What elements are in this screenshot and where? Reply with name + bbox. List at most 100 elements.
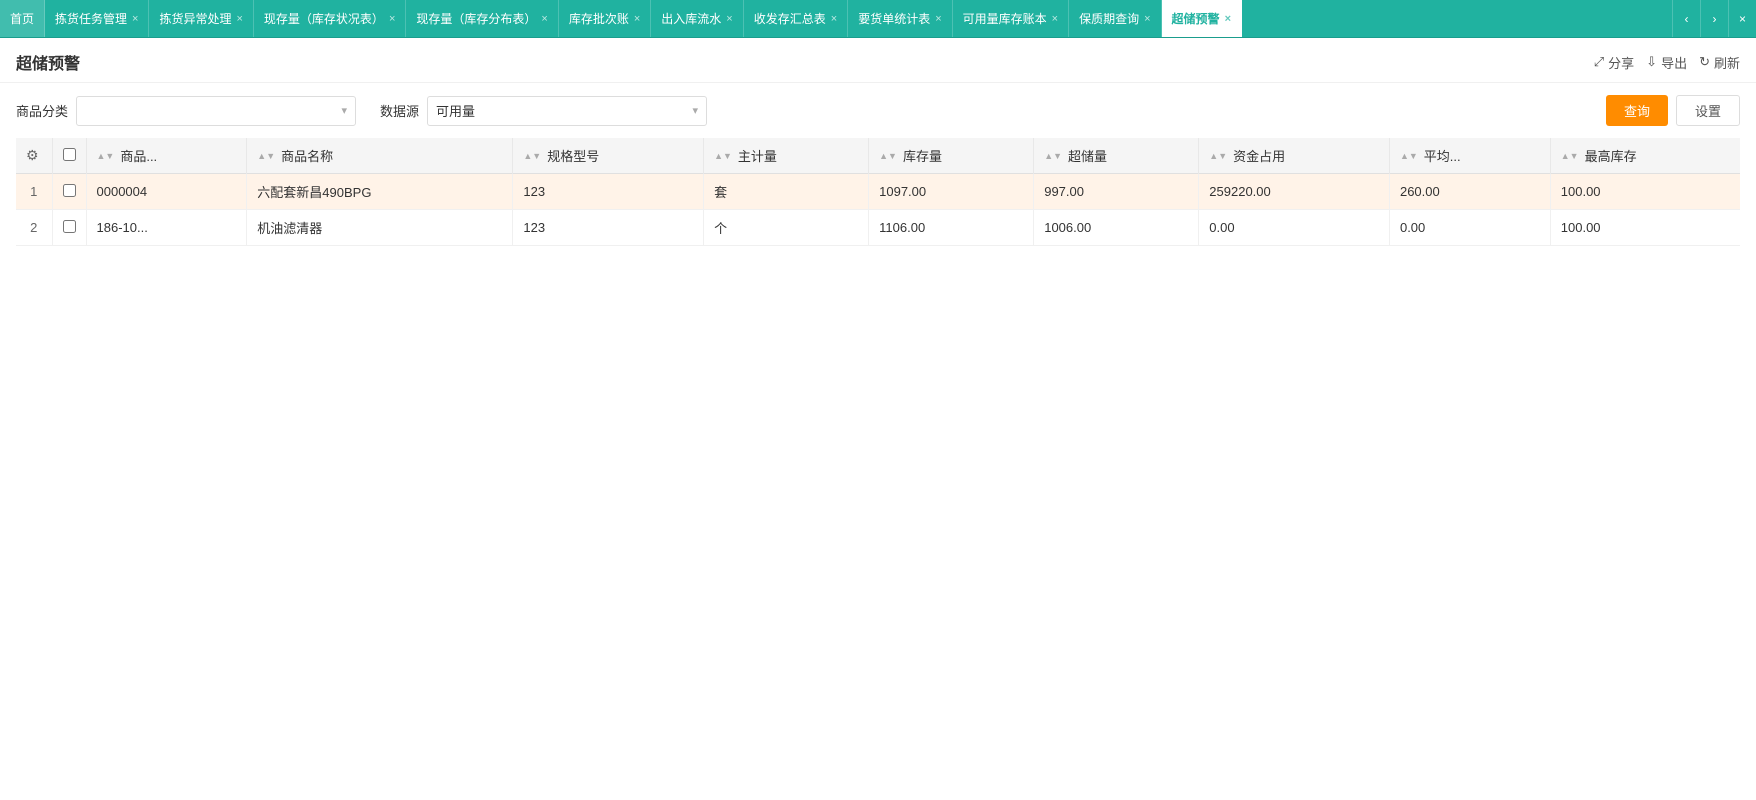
row-checkbox-cell <box>52 210 86 246</box>
product-code: 186-10... <box>86 210 247 246</box>
row-checkbox-cell <box>52 174 86 210</box>
nav-prev-btn[interactable]: ‹ <box>1672 0 1700 38</box>
datasource-filter: 数据源 可用量 ▾ <box>380 96 707 126</box>
product-name: 机油滤清器 <box>247 210 513 246</box>
datasource-value: 可用量 <box>436 101 475 120</box>
row-number: 2 <box>16 210 52 246</box>
filter-actions: 查询 设置 <box>1606 95 1740 126</box>
close-icon[interactable]: × <box>1225 13 1231 25</box>
nav-item-----------[interactable]: 现存量（库存状况表）× <box>254 0 406 38</box>
page-title: 超储预警 <box>16 50 80 74</box>
filter-bar: 商品分类 ▾ 数据源 可用量 ▾ 查询 设置 <box>0 83 1756 138</box>
th-spec[interactable]: ▲▼ 规格型号 <box>513 138 704 174</box>
sort-icon: ▲▼ <box>879 151 897 161</box>
sort-icon: ▲▼ <box>1209 151 1227 161</box>
nav-item--------[interactable]: 可用量库存账本× <box>953 0 1069 38</box>
th-avg[interactable]: ▲▼ 平均... <box>1389 138 1550 174</box>
nav-close-btn[interactable]: × <box>1728 0 1756 38</box>
query-button[interactable]: 查询 <box>1606 95 1668 126</box>
avg: 260.00 <box>1389 174 1550 210</box>
close-icon[interactable]: × <box>935 13 941 25</box>
overstock: 997.00 <box>1034 174 1199 210</box>
unit: 套 <box>704 174 869 210</box>
product-code: 0000004 <box>86 174 247 210</box>
sort-icon: ▲▼ <box>1044 151 1062 161</box>
th-gear: ⚙ <box>16 138 52 174</box>
nav-arrows: ‹ › × <box>1672 0 1756 38</box>
stock: 1097.00 <box>869 174 1034 210</box>
th-stock[interactable]: ▲▼ 库存量 <box>869 138 1034 174</box>
table-row: 2 186-10... 机油滤清器 123 个 1106.00 1006.00 … <box>16 210 1740 246</box>
header-actions: ⤢ 分享 ⇩ 导出 ↻ 刷新 <box>1594 53 1740 72</box>
th-product-code[interactable]: ▲▼ 商品... <box>86 138 247 174</box>
sort-icon: ▲▼ <box>523 151 541 161</box>
settings-button[interactable]: 设置 <box>1676 95 1740 126</box>
table-header-row: ⚙ ▲▼ 商品... ▲▼ 商品名称 <box>16 138 1740 174</box>
share-icon: ⤢ <box>1594 54 1604 70</box>
close-icon[interactable]: × <box>1052 13 1058 25</box>
close-icon[interactable]: × <box>831 13 837 25</box>
sort-icon: ▲▼ <box>257 151 275 161</box>
close-icon[interactable]: × <box>236 13 242 25</box>
spec: 123 <box>513 174 704 210</box>
spec: 123 <box>513 210 704 246</box>
th-unit[interactable]: ▲▼ 主计量 <box>704 138 869 174</box>
nav-item------[interactable]: 出入库流水× <box>651 0 743 38</box>
th-overstock[interactable]: ▲▼ 超储量 <box>1034 138 1199 174</box>
datasource-select[interactable]: 可用量 ▾ <box>427 96 707 126</box>
page-header: 超储预警 ⤢ 分享 ⇩ 导出 ↻ 刷新 <box>0 38 1756 83</box>
datasource-chevron-icon: ▾ <box>693 104 699 117</box>
datasource-label: 数据源 <box>380 101 419 120</box>
sort-icon: ▲▼ <box>1561 151 1579 161</box>
nav-next-btn[interactable]: › <box>1700 0 1728 38</box>
top-nav: 首页拣货任务管理×拣货异常处理×现存量（库存状况表）×现存量（库存分布表）×库存… <box>0 0 1756 38</box>
close-icon[interactable]: × <box>132 13 138 25</box>
sort-icon: ▲▼ <box>1400 151 1418 161</box>
share-button[interactable]: ⤢ 分享 <box>1594 53 1634 72</box>
th-max-stock[interactable]: ▲▼ 最高库存 <box>1550 138 1740 174</box>
unit: 个 <box>704 210 869 246</box>
close-icon[interactable]: × <box>634 13 640 25</box>
category-select[interactable]: ▾ <box>76 96 356 126</box>
chevron-down-icon: ▾ <box>341 104 347 117</box>
sort-icon: ▲▼ <box>714 151 732 161</box>
refresh-button[interactable]: ↻ 刷新 <box>1699 53 1740 72</box>
nav-item-----------[interactable]: 现存量（库存分布表）× <box>406 0 558 38</box>
sort-icon: ▲▼ <box>97 151 115 161</box>
close-icon[interactable]: × <box>1144 13 1150 25</box>
export-button[interactable]: ⇩ 导出 <box>1646 53 1687 72</box>
nav-item------[interactable]: 库存批次账× <box>559 0 651 38</box>
th-product-name[interactable]: ▲▼ 商品名称 <box>247 138 513 174</box>
select-all-checkbox[interactable] <box>63 148 76 161</box>
close-icon[interactable]: × <box>726 13 732 25</box>
max-stock: 100.00 <box>1550 174 1740 210</box>
nav-item-------[interactable]: 拣货异常处理× <box>149 0 253 38</box>
close-icon[interactable]: × <box>541 13 547 25</box>
overstock: 1006.00 <box>1034 210 1199 246</box>
close-icon[interactable]: × <box>389 13 395 25</box>
capital: 259220.00 <box>1199 174 1390 210</box>
max-stock: 100.00 <box>1550 210 1740 246</box>
category-label: 商品分类 <box>16 101 68 120</box>
nav-item------[interactable]: 保质期查询× <box>1069 0 1161 38</box>
column-settings-icon[interactable]: ⚙ <box>26 147 39 163</box>
table-container: ⚙ ▲▼ 商品... ▲▼ 商品名称 <box>0 138 1756 246</box>
nav-item---[interactable]: 首页 <box>0 0 45 38</box>
table-row: 1 0000004 六配套新昌490BPG 123 套 1097.00 997.… <box>16 174 1740 210</box>
export-icon: ⇩ <box>1646 54 1657 70</box>
nav-item-------[interactable]: 收发存汇总表× <box>744 0 848 38</box>
product-name: 六配套新昌490BPG <box>247 174 513 210</box>
data-table: ⚙ ▲▼ 商品... ▲▼ 商品名称 <box>16 138 1740 246</box>
row-number: 1 <box>16 174 52 210</box>
nav-item-----[interactable]: 超储预警× <box>1162 0 1242 38</box>
nav-item-------[interactable]: 要货单统计表× <box>848 0 952 38</box>
row-checkbox[interactable] <box>63 220 76 233</box>
th-checkbox <box>52 138 86 174</box>
capital: 0.00 <box>1199 210 1390 246</box>
stock: 1106.00 <box>869 210 1034 246</box>
th-capital[interactable]: ▲▼ 资金占用 <box>1199 138 1390 174</box>
category-filter: 商品分类 ▾ <box>16 96 356 126</box>
row-checkbox[interactable] <box>63 184 76 197</box>
nav-item-------[interactable]: 拣货任务管理× <box>45 0 149 38</box>
avg: 0.00 <box>1389 210 1550 246</box>
